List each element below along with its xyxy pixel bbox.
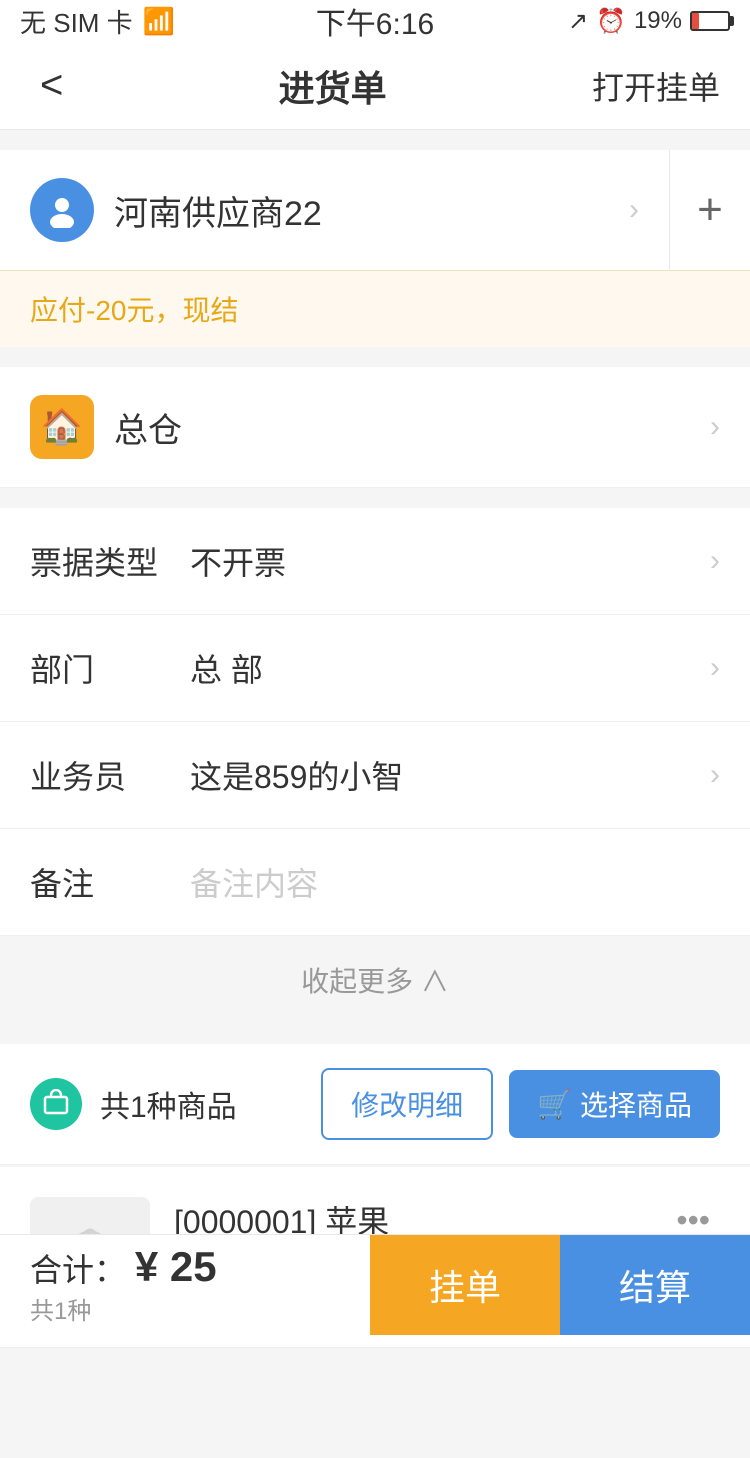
supplier-chevron-icon: › <box>629 193 639 227</box>
remark-row[interactable]: 备注 备注内容 <box>0 829 750 936</box>
invoice-type-row[interactable]: 票据类型 不开票 › <box>0 508 750 615</box>
invoice-type-label: 票据类型 <box>30 538 170 584</box>
warehouse-row[interactable]: 🏠 总仓 › <box>0 367 750 488</box>
select-product-label: 选择商品 <box>580 1084 692 1124</box>
total-section: 合计： ¥ 25 共1种 <box>0 1243 370 1326</box>
supplier-avatar <box>30 178 94 242</box>
remark-input[interactable]: 备注内容 <box>170 859 720 905</box>
warehouse-chevron-icon: › <box>710 410 720 444</box>
edit-detail-button[interactable]: 修改明细 <box>321 1068 493 1140</box>
warehouse-name: 总仓 <box>114 403 710 452</box>
invoice-type-value: 不开票 <box>170 538 710 584</box>
salesperson-chevron-icon: › <box>710 758 720 792</box>
collapse-label: 收起更多 ∧ <box>301 960 449 1000</box>
warehouse-section: 🏠 总仓 › <box>0 367 750 488</box>
remark-label: 备注 <box>30 859 170 905</box>
supplier-section: 河南供应商22 › + <box>0 150 750 270</box>
department-label: 部门 <box>30 645 170 691</box>
battery-percent: 19% <box>634 7 682 35</box>
status-right: ↗ ⏰ 19% <box>568 7 730 36</box>
page-title: 进货单 <box>279 60 387 112</box>
bottom-bar: 合计： ¥ 25 共1种 挂单 结算 <box>0 1234 750 1334</box>
cart-icon: 🛒 <box>537 1088 572 1121</box>
collapse-row[interactable]: 收起更多 ∧ <box>0 936 750 1024</box>
alarm-icon: ⏰ <box>596 7 626 36</box>
location-icon: ↗ <box>568 7 588 36</box>
add-supplier-button[interactable]: + <box>670 166 750 254</box>
products-icon <box>30 1078 82 1130</box>
total-label: 合计： <box>30 1252 126 1288</box>
bottom-spacer <box>0 1348 750 1458</box>
section-gap-1 <box>0 130 750 150</box>
total-amount: ¥ 25 <box>135 1243 217 1290</box>
supplier-row[interactable]: 河南供应商22 › <box>0 150 670 270</box>
form-section: 票据类型 不开票 › 部门 总 部 › 业务员 这是859的小智 › 备注 备注… <box>0 508 750 936</box>
nav-bar: < 进货单 打开挂单 <box>0 42 750 130</box>
warehouse-icon: 🏠 <box>30 395 94 459</box>
department-value: 总 部 <box>170 645 710 691</box>
supplier-name: 河南供应商22 <box>114 186 629 235</box>
select-product-button[interactable]: 🛒 选择商品 <box>509 1070 720 1138</box>
total-count: 共1种 <box>30 1291 340 1326</box>
status-left: 无 SIM 卡 📶 <box>20 3 175 40</box>
invoice-type-chevron-icon: › <box>710 544 720 578</box>
status-bar: 无 SIM 卡 📶 下午6:16 ↗ ⏰ 19% <box>0 0 750 42</box>
salesperson-label: 业务员 <box>30 752 170 798</box>
salesperson-row[interactable]: 业务员 这是859的小智 › <box>0 722 750 829</box>
salesperson-value: 这是859的小智 <box>170 752 710 798</box>
wifi-icon: 📶 <box>143 6 175 37</box>
back-button[interactable]: < <box>30 53 73 118</box>
battery-icon <box>690 11 730 31</box>
products-header: 共1种商品 修改明细 🛒 选择商品 <box>0 1044 750 1165</box>
status-time: 下午6:16 <box>316 0 434 43</box>
carrier-text: 无 SIM 卡 <box>20 3 133 40</box>
department-chevron-icon: › <box>710 651 720 685</box>
settle-button[interactable]: 结算 <box>560 1235 750 1335</box>
total-row: 合计： ¥ 25 <box>30 1243 340 1291</box>
supplier-notice: 应付-20元，现结 <box>0 270 750 347</box>
products-count: 共1种商品 <box>100 1082 321 1126</box>
open-hold-button[interactable]: 打开挂单 <box>592 63 720 109</box>
hold-button[interactable]: 挂单 <box>370 1235 560 1335</box>
department-row[interactable]: 部门 总 部 › <box>0 615 750 722</box>
